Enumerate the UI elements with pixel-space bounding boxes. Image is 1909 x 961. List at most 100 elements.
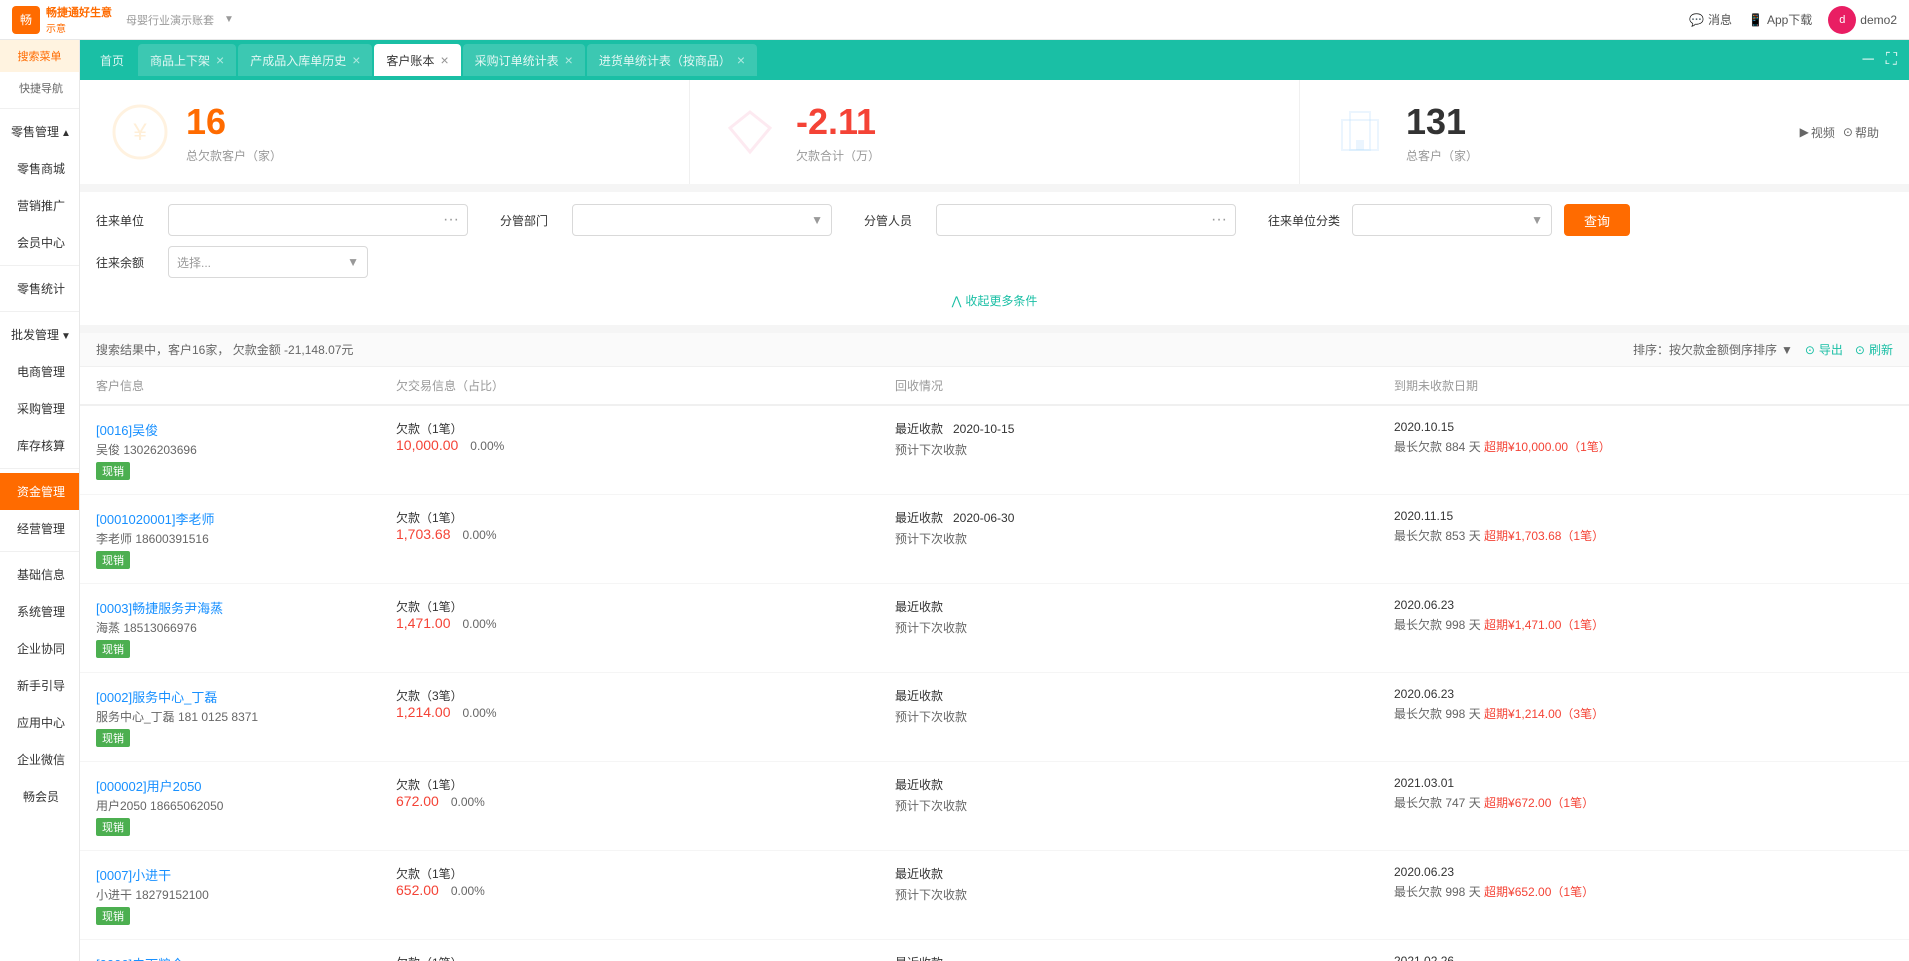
tab-inbound[interactable]: 进货单统计表（按商品） × [587,44,757,76]
debt-amount-5[interactable]: 672.00 [396,793,439,809]
debt-cell-1: 欠款（1笔） 10,000.00 0.00% [396,420,895,453]
debt-amount-3[interactable]: 1,471.00 [396,615,451,631]
customer-phone-6: 小进干 18279152100 [96,886,396,903]
message-btn[interactable]: 💬 消息 [1689,11,1732,28]
unit-type-arrow-icon: ▼ [1531,213,1543,227]
unit-type-label: 往来单位分类 [1268,212,1340,229]
debt-amount-2[interactable]: 1,703.68 [396,526,451,542]
sidebar-divider-4 [0,468,79,469]
user-avatar-btn[interactable]: d demo2 [1828,6,1897,34]
source-unit-input[interactable]: ··· [168,204,468,236]
customer-name-7[interactable]: [0006]去下粮仓 [96,954,396,961]
tab-close-inbound[interactable]: × [737,53,745,67]
overdue-link-3[interactable]: 超期¥1,471.00（1笔） [1484,618,1604,632]
customer-cell-4: [0002]服务中心_丁磊 服务中心_丁磊 181 0125 8371 现销 [96,687,396,747]
collapse-icon: ⋀ [952,294,962,308]
table-row: [0003]畅捷服务尹海蒸 海蒸 18513066976 现销 欠款（1笔） 1… [80,584,1909,673]
sidebar-item-batch-mgmt[interactable]: 批发管理▼ [0,316,79,353]
customer-phone-1: 吴俊 13026203696 [96,441,396,458]
customer-name-2[interactable]: [0001020001]李老师 [96,509,396,528]
tab-close-production[interactable]: × [352,53,360,67]
debt-amount-4[interactable]: 1,214.00 [396,704,451,720]
sort-selector[interactable]: 排序：按欠款金额倒序排序 ▼ [1633,341,1793,358]
debt-amount-6[interactable]: 652.00 [396,882,439,898]
help-btn[interactable]: ⊙ 帮助 [1843,124,1879,141]
dept-select[interactable]: ▼ [572,204,832,236]
recovery-cell-7: 最近收款 预计下次收款 [895,954,1394,961]
tab-customer[interactable]: 客户账本 × [374,44,460,76]
customer-tag-3: 现销 [96,640,130,658]
debt-percent-1: 0.00% [470,439,504,453]
balance-select[interactable]: 选择... ▼ [168,246,368,278]
debt-percent-6: 0.00% [451,884,485,898]
overdue-link-4[interactable]: 超期¥1,214.00（3笔） [1484,707,1604,721]
sidebar-item-app-center[interactable]: 应用中心 [0,704,79,741]
query-button[interactable]: 查询 [1564,204,1630,236]
sidebar-item-system[interactable]: 系统管理 [0,593,79,630]
sidebar-item-retail-mall[interactable]: 零售商城 [0,150,79,187]
tab-production[interactable]: 产成品入库单历史 × [238,44,372,76]
sidebar-search[interactable]: 搜索菜单 [0,40,79,72]
card-debt-info: 16 总欠款客户（家） [186,100,282,164]
overdue-link-2[interactable]: 超期¥1,703.68（1笔） [1484,529,1604,543]
overdue-link-6[interactable]: 超期¥652.00（1笔） [1484,885,1594,899]
sidebar-item-retail-stats[interactable]: 零售统计 [0,270,79,307]
debt-cell-6: 欠款（1笔） 652.00 0.00% [396,865,895,898]
sidebar-item-member-plus[interactable]: 畅会员 [0,778,79,815]
sidebar-item-ecommerce[interactable]: 电商管理 [0,353,79,390]
arrow-icon: ▲ [61,128,71,139]
customer-name-3[interactable]: [0003]畅捷服务尹海蒸 [96,598,396,617]
sidebar-divider-5 [0,551,79,552]
customer-phone-3: 海蒸 18513066976 [96,619,396,636]
unit-type-select[interactable]: ▼ [1352,204,1552,236]
tab-maximize-btn[interactable]: ⛶ [1882,49,1901,71]
tab-products[interactable]: 商品上下架 × [138,44,236,76]
sidebar: 搜索菜单 快捷导航 零售管理▲ 零售商城 营销推广 会员中心 零售统计 批发管理… [0,40,80,961]
sidebar-item-operations[interactable]: 经营管理 [0,510,79,547]
collapse-btn[interactable]: ⋀ 收起更多条件 [96,288,1893,313]
sidebar-divider-1 [0,108,79,109]
customer-cell-3: [0003]畅捷服务尹海蒸 海蒸 18513066976 现销 [96,598,396,658]
sidebar-item-enterprise-wechat[interactable]: 企业微信 [0,741,79,778]
app-download-btn[interactable]: 📱 App下载 [1748,11,1812,28]
tab-close-purchase[interactable]: × [565,53,573,67]
overdue-link-5[interactable]: 超期¥672.00（1笔） [1484,796,1594,810]
sidebar-item-basic-info[interactable]: 基础信息 [0,556,79,593]
export-btn[interactable]: ⊙ 导出 [1805,341,1843,358]
table-row: [0001020001]李老师 李老师 18600391516 现销 欠款（1笔… [80,495,1909,584]
debt-amount-1[interactable]: 10,000.00 [396,437,458,453]
sidebar-item-purchase[interactable]: 采购管理 [0,390,79,427]
tab-close-products[interactable]: × [216,53,224,67]
customer-cell-2: [0001020001]李老师 李老师 18600391516 现销 [96,509,396,569]
overdue-link-1[interactable]: 超期¥10,000.00（1笔） [1484,440,1611,454]
tab-home[interactable]: 首页 [88,44,136,76]
sidebar-item-finance[interactable]: 资金管理 [0,473,79,510]
debt-percent-2: 0.00% [463,528,497,542]
col-debt: 欠交易信息（占比） [396,377,895,394]
sidebar-item-retail-mgmt[interactable]: 零售管理▲ [0,113,79,150]
yuan-icon: ¥ [110,102,170,162]
sidebar-item-enterprise[interactable]: 企业协同 [0,630,79,667]
recovery-cell-2: 最近收款 2020-06-30 预计下次收款 [895,509,1394,547]
customer-cell-5: [000002]用户2050 用户2050 18665062050 现销 [96,776,396,836]
customer-name-4[interactable]: [0002]服务中心_丁磊 [96,687,396,706]
manager-input[interactable]: ··· [936,204,1236,236]
debt-customer-number: 16 [186,100,282,143]
customer-name-5[interactable]: [000002]用户2050 [96,776,396,795]
tab-close-customer[interactable]: × [440,53,448,67]
sidebar-item-quicknav[interactable]: 快捷导航 [0,72,79,104]
sidebar-item-marketing[interactable]: 营销推广 [0,187,79,224]
customer-name-6[interactable]: [0007]小进干 [96,865,396,884]
balance-arrow-icon: ▼ [347,255,359,269]
due-date-cell-4: 2020.06.23 最长欠款 998 天 超期¥1,214.00（3笔） [1394,687,1893,722]
debt-total-number: -2.11 [796,100,880,143]
refresh-btn[interactable]: ⊙ 刷新 [1855,341,1893,358]
sidebar-item-member[interactable]: 会员中心 [0,224,79,261]
sidebar-item-new-guide[interactable]: 新手引导 [0,667,79,704]
tab-purchase[interactable]: 采购订单统计表 × [463,44,585,76]
customer-name-1[interactable]: [0016]吴俊 [96,420,396,439]
video-btn[interactable]: ▶ 视频 [1800,124,1835,141]
customer-phone-2: 李老师 18600391516 [96,530,396,547]
sidebar-item-warehouse[interactable]: 库存核算 [0,427,79,464]
tab-minimize-btn[interactable]: ─ [1858,49,1877,71]
